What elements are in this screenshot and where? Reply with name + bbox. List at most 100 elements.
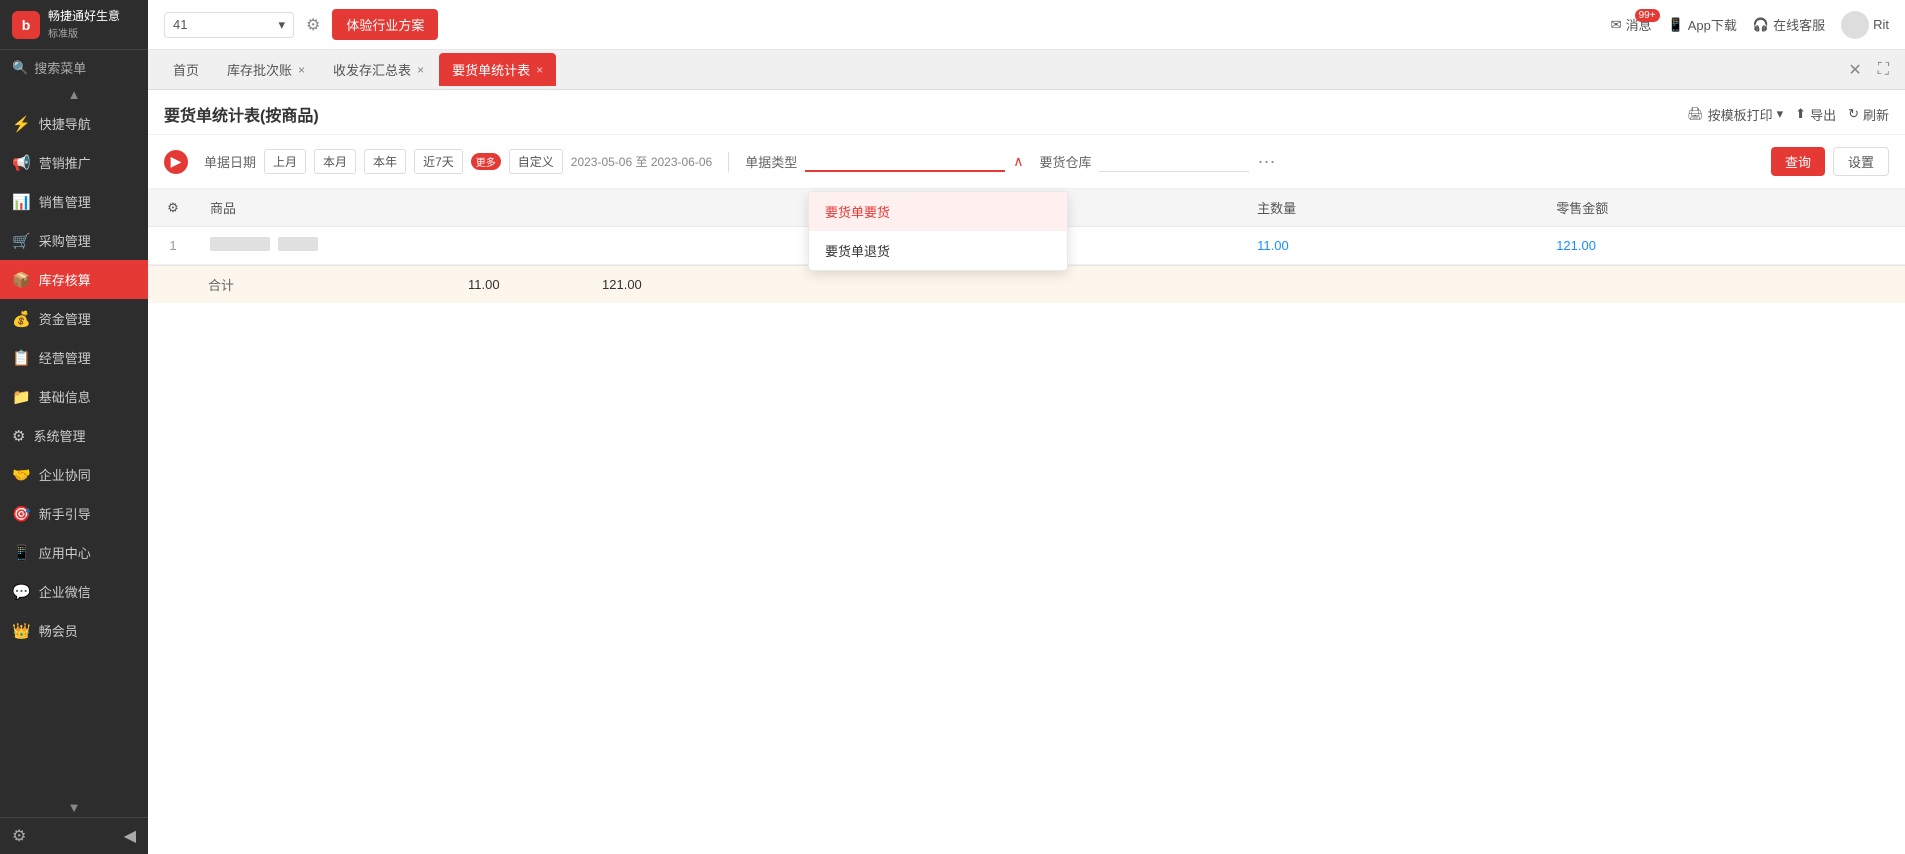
sidebar-item-guide[interactable]: 🎯 新手引导 bbox=[0, 494, 148, 533]
dropdown-item-label: 要货单要货 bbox=[825, 205, 890, 220]
page-header-actions: 🖨 按模板打印 ▾ ⬆ 导出 ↻ 刷新 bbox=[1687, 105, 1889, 124]
messages-badge: 99+ bbox=[1635, 9, 1660, 22]
warehouse-more-icon[interactable]: ··· bbox=[1257, 151, 1275, 172]
date-custom-btn[interactable]: 自定义 bbox=[509, 149, 563, 174]
date-last-7-btn[interactable]: 近7天 bbox=[414, 149, 463, 174]
app-name: 畅捷通好生意 bbox=[48, 9, 120, 25]
product-placeholder-2 bbox=[278, 237, 318, 251]
industry-btn[interactable]: 体验行业方案 bbox=[332, 9, 438, 40]
footer-qty: 11.00 bbox=[468, 277, 588, 292]
col-product-header: 商品 bbox=[198, 189, 823, 227]
type-filter-label: 单据类型 bbox=[745, 152, 797, 171]
sidebar-item-label: 经营管理 bbox=[39, 348, 91, 367]
guide-icon: 🎯 bbox=[12, 505, 31, 523]
dropdown-item-label: 要货单退货 bbox=[825, 244, 890, 259]
sidebar-item-app-center[interactable]: 📱 应用中心 bbox=[0, 533, 148, 572]
tabbar: 首页 库存批次账 × 收发存汇总表 × 要货单统计表 × ✕ ⛶ bbox=[148, 50, 1905, 90]
row-qty[interactable]: 11.00 bbox=[1245, 227, 1544, 265]
tab-inventory-batch-label: 库存批次账 bbox=[227, 60, 292, 79]
tab-order-stats[interactable]: 要货单统计表 × bbox=[439, 53, 556, 86]
date-more-badge[interactable]: 更多 bbox=[471, 153, 501, 170]
app-download-btn[interactable]: 📱 App下载 bbox=[1668, 15, 1737, 34]
company-name: 41 bbox=[173, 17, 187, 32]
dropdown-item-order-return[interactable]: 要货单退货 bbox=[809, 231, 1067, 270]
finance-icon: 💰 bbox=[12, 310, 31, 328]
sidebar-item-label: 应用中心 bbox=[39, 543, 91, 562]
type-filter-group: 单据类型 ∧ bbox=[745, 151, 1023, 172]
type-filter-input[interactable] bbox=[805, 151, 1005, 172]
message-icon: ✉ bbox=[1611, 17, 1622, 33]
sidebar-item-inventory[interactable]: 📦 库存核算 bbox=[0, 260, 148, 299]
app-version: 标准版 bbox=[48, 25, 120, 40]
sidebar-item-label: 库存核算 bbox=[39, 270, 91, 289]
download-icon: 📱 bbox=[1668, 17, 1684, 33]
warehouse-filter-input[interactable] bbox=[1099, 152, 1249, 172]
product-placeholder bbox=[210, 237, 270, 251]
row-num: 1 bbox=[148, 227, 198, 265]
basic-info-icon: 📁 bbox=[12, 388, 31, 406]
sidebar-item-sales[interactable]: 📊 销售管理 bbox=[0, 182, 148, 221]
topbar-gear-icon[interactable]: ⚙ bbox=[306, 15, 320, 35]
sidebar-item-enterprise[interactable]: 🤝 企业协同 bbox=[0, 455, 148, 494]
dropdown-item-order-goods[interactable]: 要货单要货 bbox=[809, 192, 1067, 231]
sidebar-item-system[interactable]: ⚙ 系统管理 bbox=[0, 416, 148, 455]
sidebar-item-operations[interactable]: 📋 经营管理 bbox=[0, 338, 148, 377]
service-icon: 🎧 bbox=[1753, 17, 1769, 33]
sidebar: b 畅捷通好生意 标准版 🔍 搜索菜单 ▲ ⚡ 快捷导航 📢 营销推广 📊 销售… bbox=[0, 0, 148, 854]
sidebar-item-label: 营销推广 bbox=[39, 153, 91, 172]
sidebar-footer: ⚙ ◀ bbox=[0, 817, 148, 854]
company-selector[interactable]: 41 ▾ bbox=[164, 12, 294, 38]
tab-home-label: 首页 bbox=[173, 60, 199, 79]
refresh-label: 刷新 bbox=[1863, 105, 1889, 124]
refresh-icon: ↻ bbox=[1848, 106, 1859, 122]
tab-close-inventory-batch[interactable]: × bbox=[298, 63, 305, 77]
date-last-month-btn[interactable]: 上月 bbox=[264, 149, 306, 174]
tab-home[interactable]: 首页 bbox=[160, 53, 212, 86]
collapse-icon[interactable]: ◀ bbox=[124, 826, 136, 846]
app-center-icon: 📱 bbox=[12, 544, 31, 562]
settings-btn[interactable]: 设置 bbox=[1833, 147, 1889, 176]
query-btn[interactable]: 查询 bbox=[1771, 147, 1825, 176]
tab-receive-summary-label: 收发存汇总表 bbox=[333, 60, 411, 79]
filter-actions: 查询 设置 bbox=[1771, 147, 1889, 176]
sidebar-item-purchase[interactable]: 🛒 采购管理 bbox=[0, 221, 148, 260]
sidebar-item-marketing[interactable]: 📢 营销推广 bbox=[0, 143, 148, 182]
quick-nav-icon: ⚡ bbox=[12, 115, 31, 133]
sidebar-logo: b 畅捷通好生意 标准版 bbox=[0, 0, 148, 50]
refresh-btn[interactable]: ↻ 刷新 bbox=[1848, 105, 1889, 124]
user-avatar-btn[interactable]: Rit bbox=[1841, 11, 1889, 39]
sidebar-search-btn[interactable]: 🔍 搜索菜单 bbox=[0, 50, 148, 85]
date-this-year-btn[interactable]: 本年 bbox=[364, 149, 406, 174]
type-filter-arrow-icon[interactable]: ∧ bbox=[1013, 153, 1023, 170]
export-icon: ⬆ bbox=[1795, 106, 1806, 122]
tab-expand-btn[interactable]: ⛶ bbox=[1874, 59, 1893, 81]
sidebar-item-quick-nav[interactable]: ⚡ 快捷导航 bbox=[0, 104, 148, 143]
tab-inventory-batch[interactable]: 库存批次账 × bbox=[214, 53, 318, 86]
user-name: Rit bbox=[1873, 17, 1889, 32]
sidebar-item-member[interactable]: 👑 畅会员 bbox=[0, 611, 148, 650]
tab-close-order-stats[interactable]: × bbox=[536, 63, 543, 77]
sidebar-scroll-up[interactable]: ▲ bbox=[0, 85, 148, 104]
sidebar-item-label: 企业微信 bbox=[39, 582, 91, 601]
print-btn[interactable]: 🖨 按模板打印 ▾ bbox=[1687, 105, 1783, 124]
sidebar-item-weixin[interactable]: 💬 企业微信 bbox=[0, 572, 148, 611]
filter-expand-btn[interactable]: ▶ bbox=[164, 150, 188, 174]
sidebar-item-finance[interactable]: 💰 资金管理 bbox=[0, 299, 148, 338]
messages-btn[interactable]: ✉ 消息 99+ bbox=[1611, 15, 1652, 34]
app-download-label: App下载 bbox=[1688, 15, 1737, 34]
tab-close-receive-summary[interactable]: × bbox=[417, 63, 424, 77]
row-amount[interactable]: 121.00 bbox=[1544, 227, 1905, 265]
col-settings-header[interactable]: ⚙ bbox=[148, 189, 198, 227]
online-service-btn[interactable]: 🎧 在线客服 bbox=[1753, 15, 1825, 34]
tab-close-all-btn[interactable]: ✕ bbox=[1844, 58, 1865, 82]
export-btn[interactable]: ⬆ 导出 bbox=[1795, 105, 1836, 124]
settings-icon[interactable]: ⚙ bbox=[12, 826, 26, 846]
sidebar-scroll-down[interactable]: ▼ bbox=[0, 798, 148, 817]
tab-receive-summary[interactable]: 收发存汇总表 × bbox=[320, 53, 437, 86]
online-service-label: 在线客服 bbox=[1773, 15, 1825, 34]
col-qty-header: 主数量 bbox=[1245, 189, 1544, 227]
date-this-month-btn[interactable]: 本月 bbox=[314, 149, 356, 174]
footer-label: 合计 bbox=[208, 275, 234, 294]
sidebar-item-label: 资金管理 bbox=[39, 309, 91, 328]
sidebar-item-basic-info[interactable]: 📁 基础信息 bbox=[0, 377, 148, 416]
